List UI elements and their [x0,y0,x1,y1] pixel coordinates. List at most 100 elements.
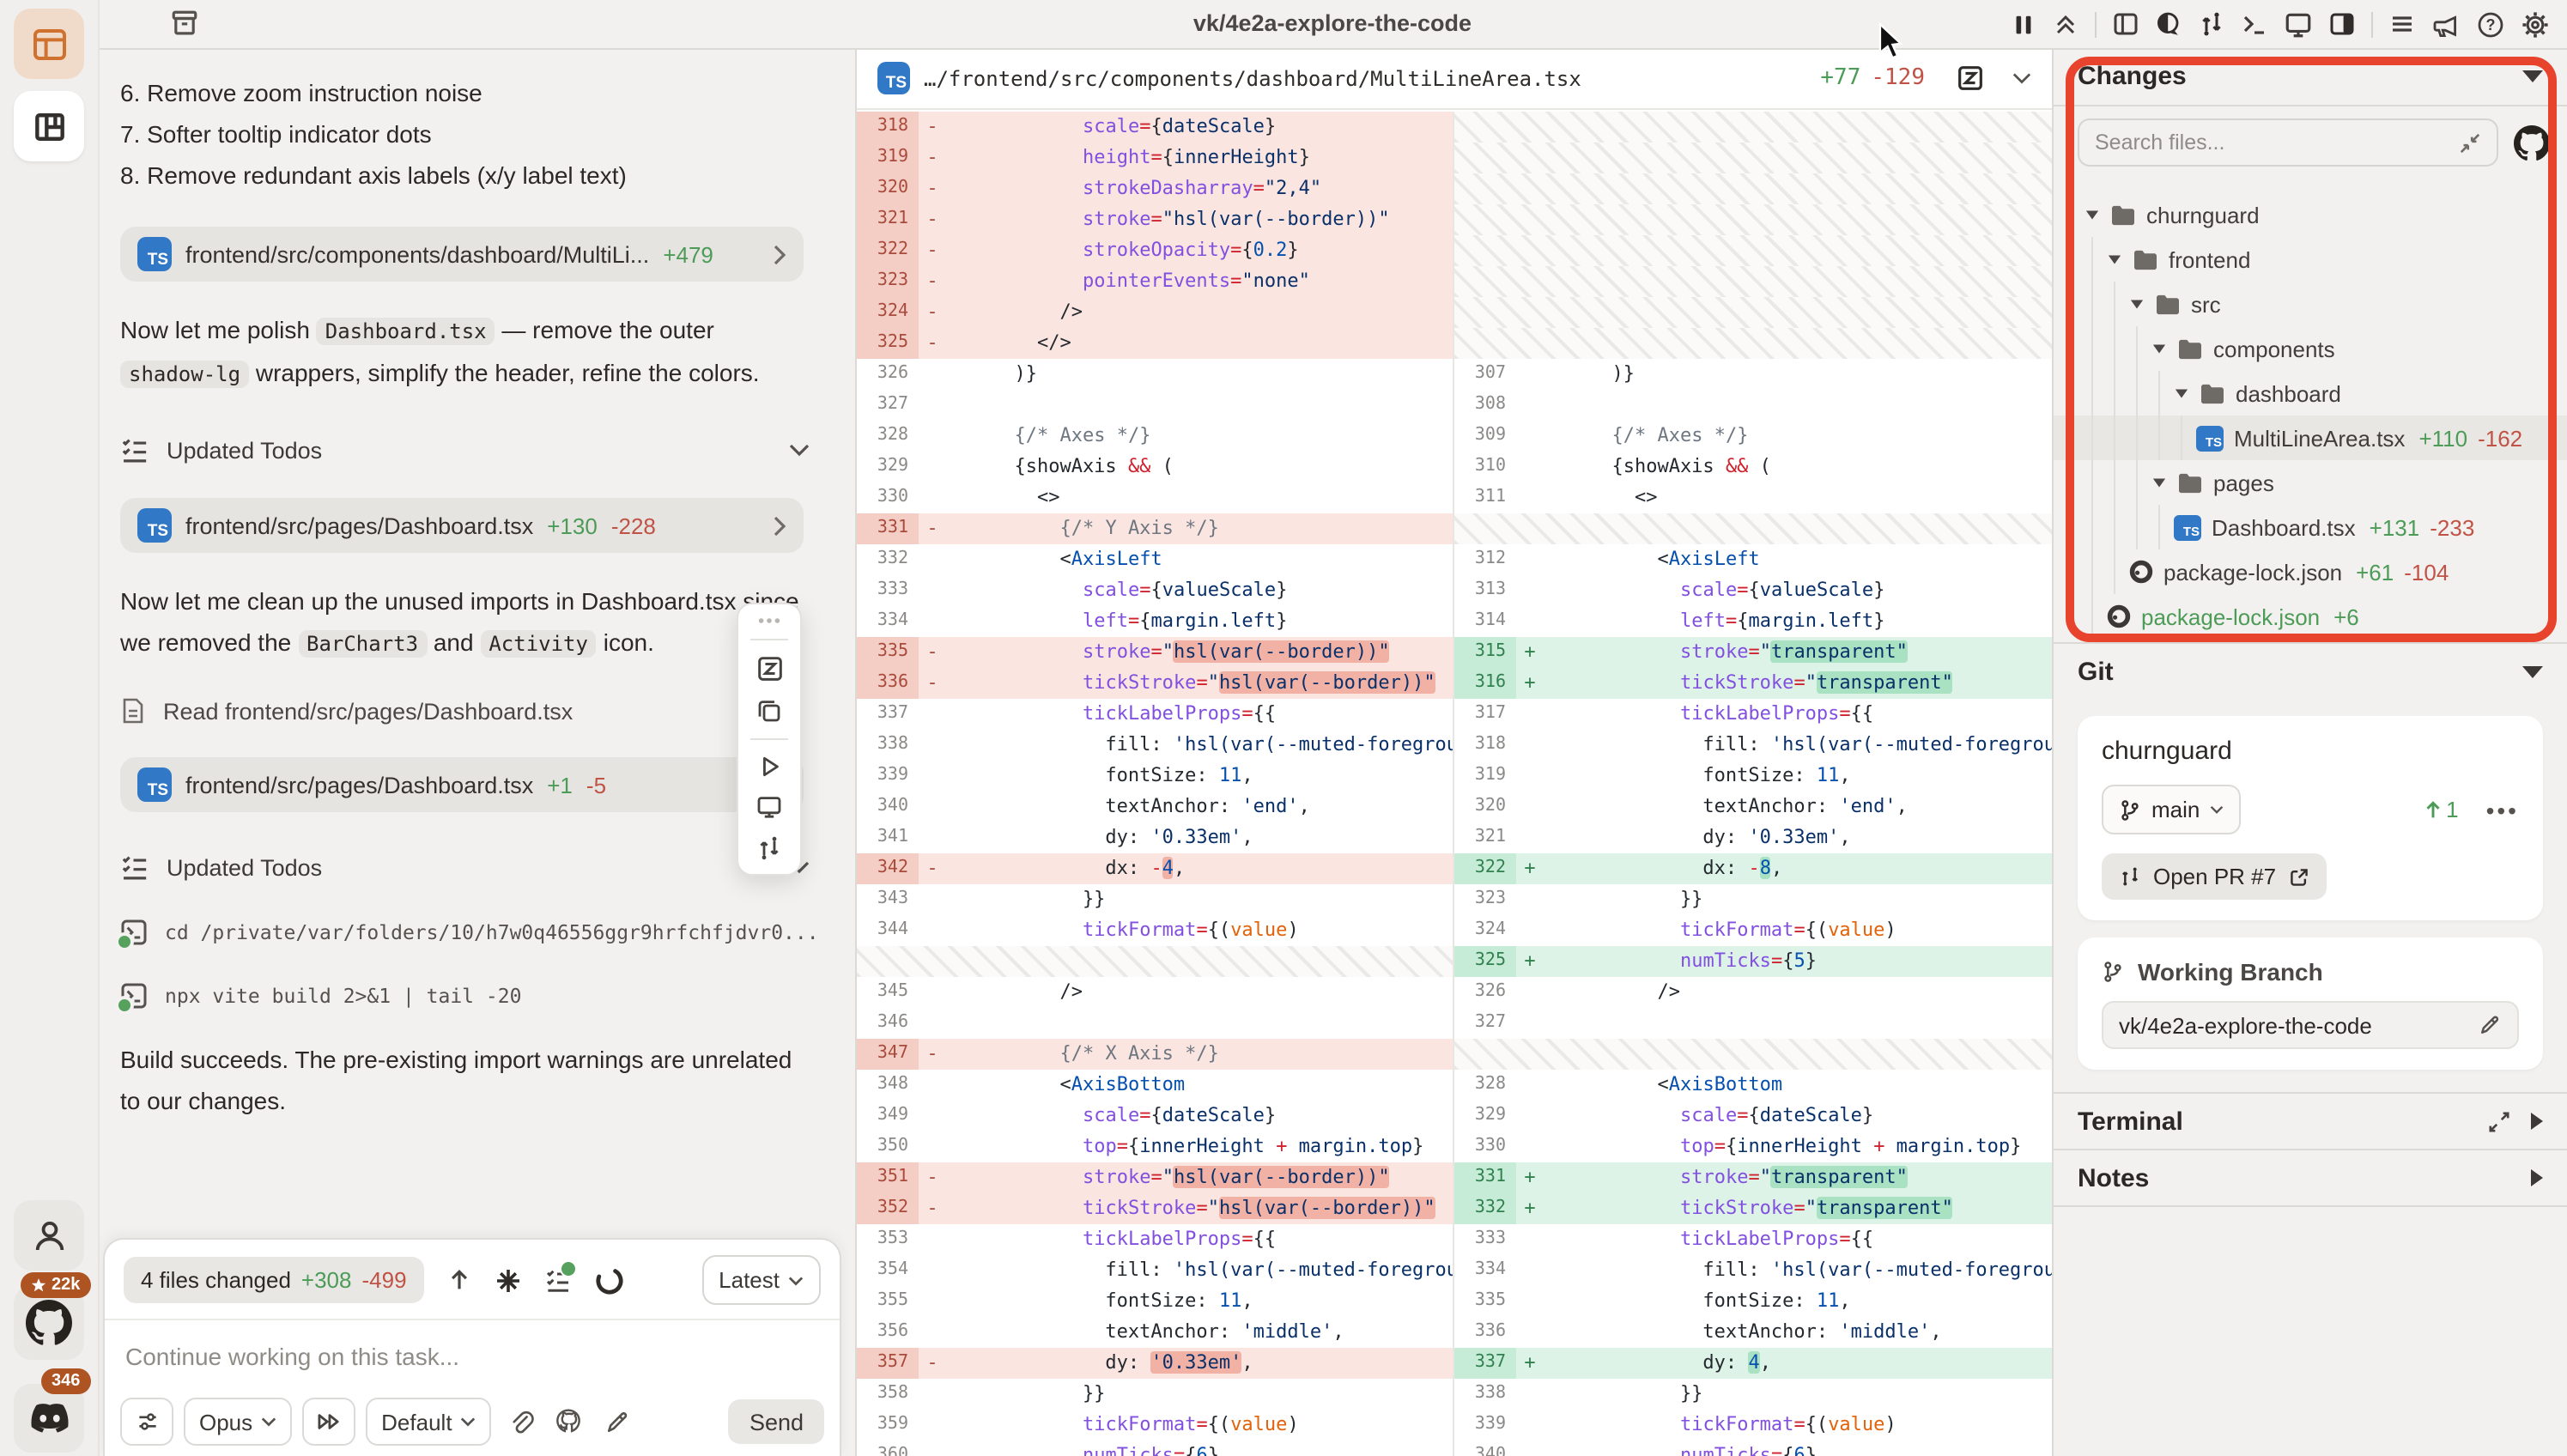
sidebar-item-discord[interactable]: 346 [14,1384,84,1453]
line-number: 336 [1454,1317,1516,1348]
code-line: tickLabelProps={{ [946,699,1453,730]
monitor-icon[interactable] [756,793,783,821]
search-files-input[interactable]: Search files... [2078,118,2498,167]
assistant-message: Now let me clean up the unused imports i… [120,582,810,664]
gear-icon[interactable] [2521,9,2550,39]
terminal-command-row[interactable]: cd /private/var/folders/10/h7w0q46556ggr… [120,917,819,948]
pen-icon[interactable] [598,1409,636,1435]
change-marker [1516,1070,1544,1101]
open-pr-button[interactable]: Open PR #7 [2102,853,2326,900]
sidebar-item-account[interactable] [14,1200,84,1271]
terminal-icon[interactable] [2241,10,2268,38]
chevron-down-icon[interactable] [2012,72,2031,84]
change-marker [919,822,946,853]
snapshot-icon[interactable] [755,654,784,683]
fast-forward-button[interactable] [302,1398,355,1446]
copy-icon[interactable] [756,697,783,725]
file-chip[interactable]: TSfrontend/src/pages/Dashboard.tsx+1-5 [120,757,804,812]
model-dropdown[interactable]: Opus [184,1398,292,1446]
git-compare-icon[interactable] [2198,10,2225,38]
sparkle-icon[interactable] [495,1266,522,1294]
caret-down-icon[interactable] [2151,476,2167,489]
tree-item-src[interactable]: src [2054,282,2567,326]
menu-icon[interactable] [2388,10,2416,38]
working-branch-input[interactable]: vk/4e2a-explore-the-code [2102,1001,2519,1049]
compare-changes-icon[interactable] [756,834,783,862]
branch-dropdown[interactable]: main [2102,785,2241,834]
code-line: <AxisLeft [946,544,1453,575]
changes-section-header[interactable]: Changes [2054,48,2567,106]
octocat-icon[interactable] [2514,124,2550,161]
diff-old-side: 322- strokeOpacity={0.2} [857,235,1453,266]
line-number: 316 [1454,668,1516,699]
tree-item-package-lock-json[interactable]: package-lock.json+6 [2054,594,2567,639]
collapse-up-icon[interactable] [2052,10,2079,38]
diff-code-view[interactable]: 318- scale={dateScale}319- height={inner… [857,112,2052,1456]
tree-item-frontend[interactable]: frontend [2054,237,2567,282]
files-changed-pill[interactable]: 4 files changed +308 -499 [124,1257,424,1303]
caret-down-icon[interactable] [2129,297,2145,311]
snapshot-icon[interactable] [1956,64,1985,93]
notes-section-header[interactable]: Notes [2054,1149,2567,1207]
line-number: 333 [857,575,919,606]
github-cat-icon[interactable] [550,1408,588,1435]
chat-input[interactable]: Continue working on this task... [105,1320,840,1370]
chevron-down-icon[interactable] [788,443,810,457]
sidebar-item-workspace-active[interactable] [14,9,84,79]
tree-item-dashboard-tsx[interactable]: TSDashboard.tsx+131-233 [2054,505,2567,549]
tree-item-dashboard[interactable]: dashboard [2054,371,2567,416]
megaphone-icon[interactable] [2431,9,2461,39]
caret-down-icon[interactable] [2085,208,2100,221]
diff-new-side: 307 )} [1453,359,2052,390]
caret-down-icon[interactable] [2107,252,2122,266]
updated-todos-row[interactable]: Updated Todos [120,433,810,467]
diff-file-header[interactable]: TS …/frontend/src/components/dashboard/M… [857,48,2052,110]
help-icon[interactable]: ? [2476,9,2505,39]
todos-status-icon[interactable] [544,1266,572,1294]
file-chip[interactable]: TSfrontend/src/components/dashboard/Mult… [120,227,804,282]
tree-item-package-lock-json[interactable]: package-lock.json+61-104 [2054,549,2567,594]
tree-guide-line [2136,416,2138,460]
tool-call-row[interactable]: Read frontend/src/pages/Dashboard.tsx [120,695,573,726]
more-options-icon[interactable]: ••• [2486,796,2519,823]
updated-todos-row[interactable]: Updated Todos [120,850,810,884]
line-number: 310 [1454,452,1516,482]
tree-item-pages[interactable]: pages [2054,460,2567,505]
file-chip-path: frontend/src/pages/Dashboard.tsx [185,772,533,798]
run-icon[interactable] [756,754,782,780]
caret-down-icon[interactable] [2151,342,2167,355]
tree-item-components[interactable]: components [2054,326,2567,371]
line-number: 336 [857,668,919,699]
chat-bubble-icon[interactable] [2155,10,2182,38]
inline-code: Dashboard.tsx [317,318,495,345]
diff-row: 319- height={innerHeight} [857,143,2052,173]
tree-item-multilinearea-tsx[interactable]: TSMultiLineArea.tsx+110-162 [2054,416,2567,460]
diff-new-side [1453,173,2052,204]
edit-pencil-icon[interactable] [2478,1013,2502,1037]
sidebar-item-github[interactable]: 22k [14,1286,84,1360]
line-number: 324 [1454,915,1516,946]
git-section-header[interactable]: Git [2054,642,2567,699]
mode-dropdown[interactable]: Default [366,1398,491,1446]
settings-sliders-button[interactable] [120,1398,173,1446]
caret-down-icon[interactable] [2174,386,2189,400]
panel-right-filled-icon[interactable] [2328,10,2356,38]
terminal-section-header[interactable]: Terminal [2054,1092,2567,1149]
drag-handle-icon[interactable] [757,616,781,625]
send-button[interactable]: Send [729,1399,824,1444]
pause-icon[interactable] [2011,11,2036,37]
diff-old-side: 356 textAnchor: 'middle', [857,1317,1453,1348]
terminal-command-row[interactable]: npx vite build 2>&1 | tail -20 [120,980,521,1011]
sidebar-item-board[interactable] [14,91,84,161]
display-icon[interactable] [2284,9,2313,39]
chevron-right-icon[interactable] [773,514,786,537]
chevron-right-icon[interactable] [773,243,786,265]
version-dropdown[interactable]: Latest [701,1255,821,1305]
line-number: 346 [857,1008,919,1039]
attach-icon[interactable] [502,1409,540,1435]
file-chip[interactable]: TSfrontend/src/pages/Dashboard.tsx+130-2… [120,498,804,553]
panel-left-icon[interactable] [2112,10,2139,38]
scroll-up-icon[interactable] [446,1267,472,1293]
line-number: 354 [857,1255,919,1286]
tree-item-churnguard[interactable]: churnguard [2054,192,2567,237]
